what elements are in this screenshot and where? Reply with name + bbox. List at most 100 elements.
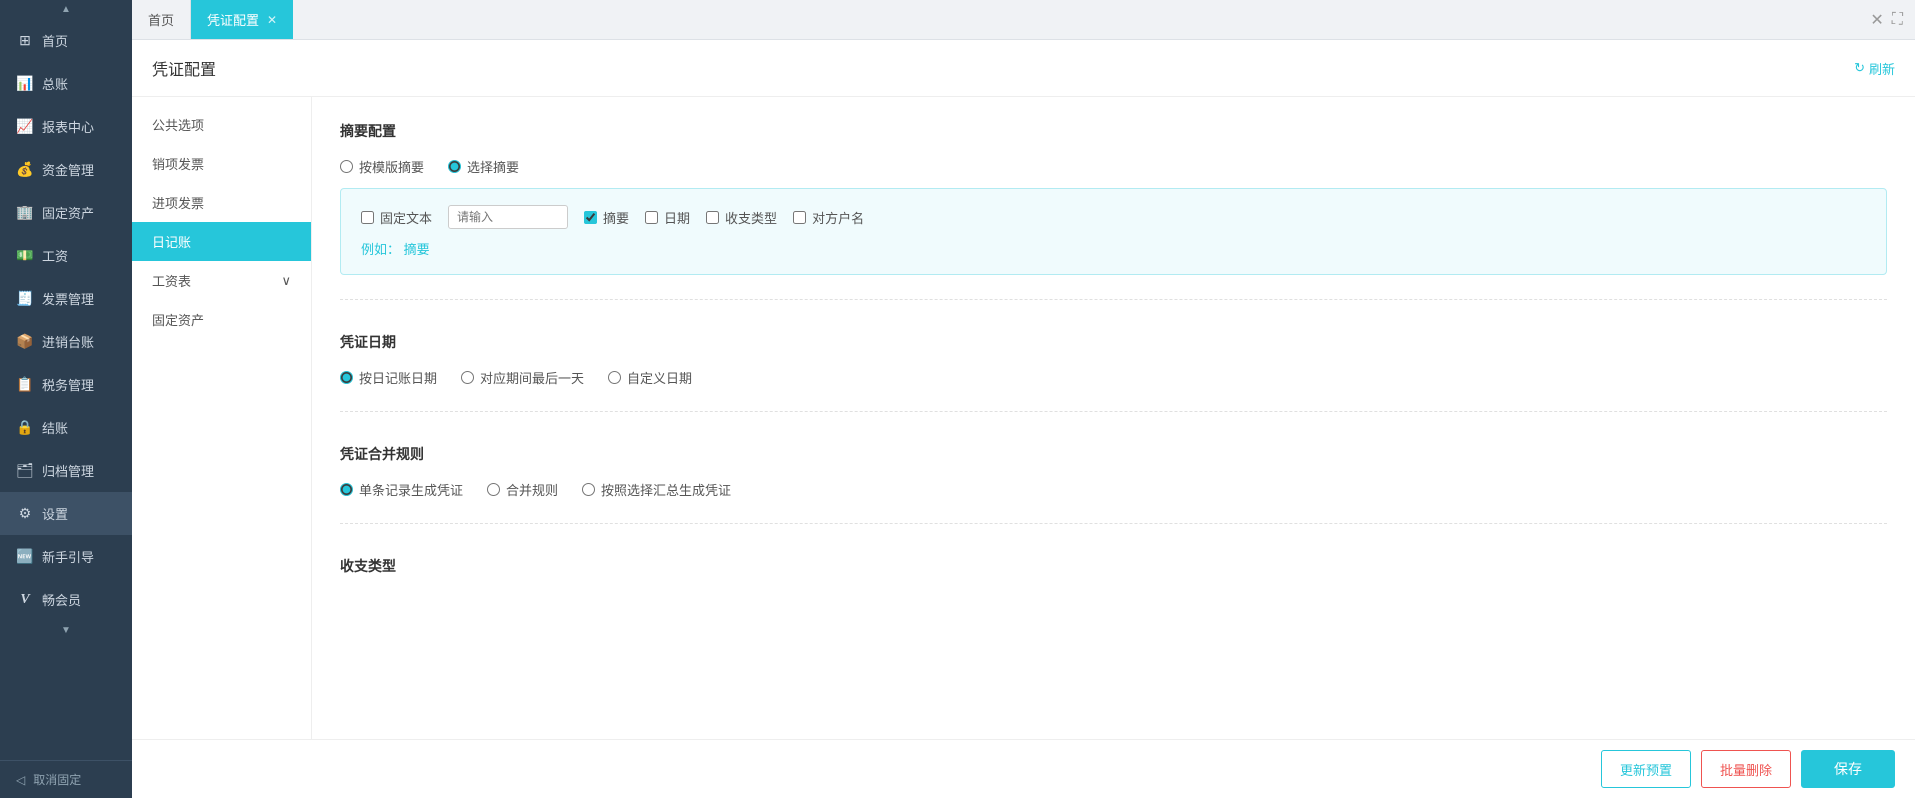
checkbox-fixed-text[interactable]: 固定文本 bbox=[361, 208, 432, 227]
sidebar-item-tax[interactable]: 📋 税务管理 bbox=[0, 363, 132, 406]
left-nav-sales-invoice-label: 销项发票 bbox=[152, 154, 204, 173]
bottom-bar: 更新预置 批量删除 保存 bbox=[132, 739, 1915, 798]
sidebar-item-purchase[interactable]: 📦 进销台账 bbox=[0, 320, 132, 363]
left-nav-purchase-invoice[interactable]: 进项发票 bbox=[132, 183, 311, 222]
guide-icon: 🆕 bbox=[16, 548, 34, 565]
home-icon: ⊞ bbox=[16, 32, 34, 49]
sidebar-item-label: 发票管理 bbox=[42, 289, 94, 308]
radio-journal-date[interactable]: 按日记账日期 bbox=[340, 368, 437, 387]
merge-rule-section: 凭证合并规则 单条记录生成凭证 合并规则 按照选择汇总生成凭证 bbox=[340, 444, 1887, 524]
sidebar-item-ledger[interactable]: 📊 总账 bbox=[0, 62, 132, 105]
reports-icon: 📈 bbox=[16, 118, 34, 135]
sidebar-item-label: 工资 bbox=[42, 246, 68, 265]
radio-template-summary[interactable]: 按模版摘要 bbox=[340, 157, 424, 176]
sidebar-scroll-down[interactable]: ▼ bbox=[0, 621, 132, 640]
tab-actions: ✕ ⛶ bbox=[1870, 10, 1915, 30]
radio-merge[interactable]: 合并规则 bbox=[487, 480, 558, 499]
summary-config-box: 固定文本 摘要 日期 收支类型 bbox=[340, 188, 1887, 275]
sidebar-item-home[interactable]: ⊞ 首页 bbox=[0, 19, 132, 62]
checkbox-fixed-text-label: 固定文本 bbox=[380, 208, 432, 227]
sidebar-item-label: 资金管理 bbox=[42, 160, 94, 179]
checkbox-income-type[interactable]: 收支类型 bbox=[706, 208, 777, 227]
radio-period-last[interactable]: 对应期间最后一天 bbox=[461, 368, 584, 387]
refresh-button[interactable]: ↻ 刷新 bbox=[1854, 59, 1895, 78]
sidebar-item-funds[interactable]: 💰 资金管理 bbox=[0, 148, 132, 191]
sidebar-item-guide[interactable]: 🆕 新手引导 bbox=[0, 535, 132, 578]
radio-single[interactable]: 单条记录生成凭证 bbox=[340, 480, 463, 499]
tab-voucher-config[interactable]: 凭证配置 ✕ bbox=[191, 0, 293, 39]
radio-period-last-label: 对应期间最后一天 bbox=[480, 368, 584, 387]
left-nav-fixed-assets-label: 固定资产 bbox=[152, 310, 204, 329]
content-layout: 公共选项 销项发票 进项发票 日记账 工资表 ∨ 固定资产 摘要配置 bbox=[132, 97, 1915, 739]
left-nav-public[interactable]: 公共选项 bbox=[132, 105, 311, 144]
assets-icon: 🏢 bbox=[16, 204, 34, 221]
sidebar-item-assets[interactable]: 🏢 固定资产 bbox=[0, 191, 132, 234]
checkbox-date[interactable]: 日期 bbox=[645, 208, 690, 227]
window-expand-button[interactable]: ⛶ bbox=[1892, 11, 1903, 29]
ledger-icon: 📊 bbox=[16, 75, 34, 92]
sidebar-item-label: 固定资产 bbox=[42, 203, 94, 222]
left-nav-fixed-assets[interactable]: 固定资产 bbox=[132, 300, 311, 339]
update-preview-button[interactable]: 更新预置 bbox=[1601, 750, 1691, 788]
sidebar-item-label: 设置 bbox=[42, 504, 68, 523]
vip-icon: V bbox=[16, 592, 34, 608]
radio-template-label: 按模版摘要 bbox=[359, 157, 424, 176]
cancel-pin-label: 取消固定 bbox=[33, 771, 81, 788]
checkbox-income-type-label: 收支类型 bbox=[725, 208, 777, 227]
left-nav-public-label: 公共选项 bbox=[152, 115, 204, 134]
radio-select-summary[interactable]: 选择摘要 bbox=[448, 157, 519, 176]
radio-custom-date-label: 自定义日期 bbox=[627, 368, 692, 387]
sidebar-item-label: 归档管理 bbox=[42, 461, 94, 480]
sidebar-item-settings[interactable]: ⚙ 设置 bbox=[0, 492, 132, 535]
chevron-down-icon: ∨ bbox=[281, 273, 291, 289]
save-button[interactable]: 保存 bbox=[1801, 750, 1895, 788]
summary-mode-radio-group: 按模版摘要 选择摘要 bbox=[340, 157, 1887, 176]
sidebar-cancel-pin[interactable]: ◁ 取消固定 bbox=[0, 760, 132, 798]
tab-close-button[interactable]: ✕ bbox=[267, 13, 277, 27]
refresh-icon: ↻ bbox=[1854, 60, 1865, 76]
radio-summary-generate-label: 按照选择汇总生成凭证 bbox=[601, 480, 731, 499]
checkbox-counterparty-label: 对方户名 bbox=[812, 208, 864, 227]
sidebar-item-closing[interactable]: 🔒 结账 bbox=[0, 406, 132, 449]
summary-config-section: 摘要配置 按模版摘要 选择摘要 固定文本 bbox=[340, 121, 1887, 300]
summary-config-title: 摘要配置 bbox=[340, 121, 1887, 141]
sidebar: ▲ ⊞ 首页 📊 总账 📈 报表中心 💰 资金管理 🏢 固定资产 💵 工资 🧾 … bbox=[0, 0, 132, 798]
voucher-date-section: 凭证日期 按日记账日期 对应期间最后一天 自定义日期 bbox=[340, 332, 1887, 412]
invoice-icon: 🧾 bbox=[16, 290, 34, 307]
sidebar-item-label: 畅会员 bbox=[42, 590, 81, 609]
sidebar-item-label: 税务管理 bbox=[42, 375, 94, 394]
sidebar-item-reports[interactable]: 📈 报表中心 bbox=[0, 105, 132, 148]
sidebar-scroll-up[interactable]: ▲ bbox=[0, 0, 132, 19]
sidebar-item-invoice[interactable]: 🧾 发票管理 bbox=[0, 277, 132, 320]
tab-home[interactable]: 首页 bbox=[132, 0, 191, 39]
sidebar-item-salary[interactable]: 💵 工资 bbox=[0, 234, 132, 277]
checkbox-summary[interactable]: 摘要 bbox=[584, 208, 629, 227]
sidebar-item-label: 进销台账 bbox=[42, 332, 94, 351]
summary-example: 例如： 摘要 bbox=[361, 239, 1866, 258]
left-nav-sales-invoice[interactable]: 销项发票 bbox=[132, 144, 311, 183]
left-nav-payroll[interactable]: 工资表 ∨ bbox=[132, 261, 311, 300]
pin-icon: ◁ bbox=[16, 773, 25, 787]
tax-icon: 📋 bbox=[16, 376, 34, 393]
funds-icon: 💰 bbox=[16, 161, 34, 178]
left-nav-journal[interactable]: 日记账 bbox=[132, 222, 311, 261]
sidebar-item-label: 新手引导 bbox=[42, 547, 94, 566]
right-content: 摘要配置 按模版摘要 选择摘要 固定文本 bbox=[312, 97, 1915, 739]
merge-rule-radio-group: 单条记录生成凭证 合并规则 按照选择汇总生成凭证 bbox=[340, 480, 1887, 499]
tab-bar: 首页 凭证配置 ✕ ✕ ⛶ bbox=[132, 0, 1915, 40]
checkbox-counterparty[interactable]: 对方户名 bbox=[793, 208, 864, 227]
sidebar-item-label: 结账 bbox=[42, 418, 68, 437]
voucher-date-title: 凭证日期 bbox=[340, 332, 1887, 352]
archive-icon: 🗂 bbox=[16, 462, 34, 479]
sidebar-item-archive[interactable]: 🗂 归档管理 bbox=[0, 449, 132, 492]
sidebar-item-vip[interactable]: V 畅会员 bbox=[0, 578, 132, 621]
merge-rule-title: 凭证合并规则 bbox=[340, 444, 1887, 464]
main-area: 首页 凭证配置 ✕ ✕ ⛶ 凭证配置 ↻ 刷新 公共选项 销项发票 进 bbox=[132, 0, 1915, 798]
batch-delete-button[interactable]: 批量删除 bbox=[1701, 750, 1791, 788]
radio-summary-generate[interactable]: 按照选择汇总生成凭证 bbox=[582, 480, 731, 499]
radio-select-label: 选择摘要 bbox=[467, 157, 519, 176]
radio-custom-date[interactable]: 自定义日期 bbox=[608, 368, 692, 387]
page-header: 凭证配置 ↻ 刷新 bbox=[132, 40, 1915, 97]
window-close-button[interactable]: ✕ bbox=[1870, 10, 1883, 30]
fixed-text-input[interactable] bbox=[448, 205, 568, 229]
